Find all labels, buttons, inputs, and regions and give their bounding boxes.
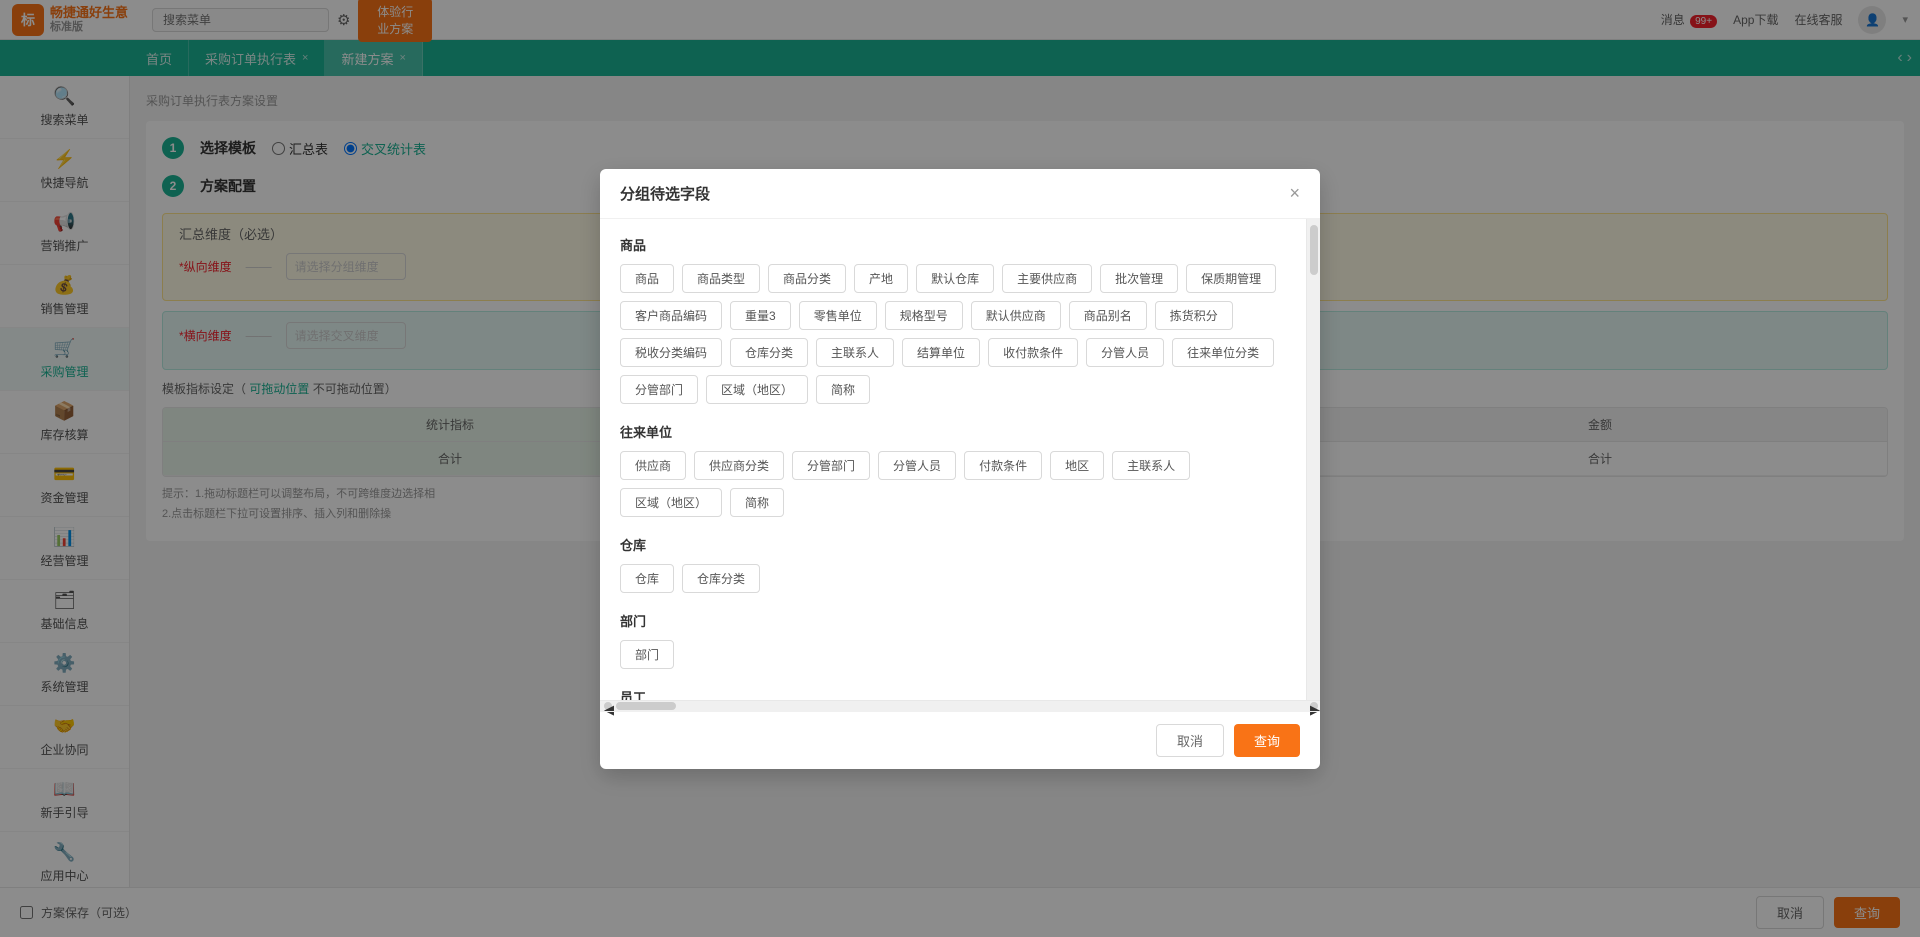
modal-scrollbar[interactable] (1306, 219, 1320, 701)
scrollbar-thumb (1310, 225, 1318, 275)
field-spec-model[interactable]: 规格型号 (885, 301, 963, 330)
field-pick-score[interactable]: 拣货积分 (1155, 301, 1233, 330)
field-supplier[interactable]: 供应商 (620, 451, 686, 480)
field-product-type[interactable]: 商品类型 (682, 264, 760, 293)
warehouse-fields: 仓库 仓库分类 (620, 564, 1286, 593)
field-weight3[interactable]: 重量3 (730, 301, 791, 330)
field-origin[interactable]: 产地 (854, 264, 908, 293)
field-supplier-category[interactable]: 供应商分类 (694, 451, 784, 480)
field-retail-unit[interactable]: 零售单位 (799, 301, 877, 330)
field-supervisor[interactable]: 分管人员 (1086, 338, 1164, 367)
section-warehouse-title: 仓库 (620, 535, 1286, 554)
horizontal-scrollbar[interactable]: ◀ ▶ (600, 700, 1320, 710)
field-dept[interactable]: 部门 (620, 640, 674, 669)
field-partner-contact[interactable]: 主联系人 (1112, 451, 1190, 480)
field-product-category[interactable]: 商品分类 (768, 264, 846, 293)
h-scrollbar-track (612, 702, 1310, 710)
partner-fields: 供应商 供应商分类 分管部门 分管人员 付款条件 地区 主联系人 区域（地区） … (620, 451, 1286, 517)
modal-cancel-button[interactable]: 取消 (1156, 724, 1224, 757)
field-tax-code[interactable]: 税收分类编码 (620, 338, 722, 367)
field-product[interactable]: 商品 (620, 264, 674, 293)
field-partner-abbr[interactable]: 简称 (730, 488, 784, 517)
field-default-warehouse[interactable]: 默认仓库 (916, 264, 994, 293)
modal-body: 商品 商品 商品类型 商品分类 产地 默认仓库 主要供应商 批次管理 保质期管理… (600, 219, 1306, 701)
section-employee: 员工 业务员 (620, 687, 1286, 701)
field-supervise-dept[interactable]: 分管部门 (620, 375, 698, 404)
h-scrollbar-thumb (616, 702, 676, 710)
field-region-product[interactable]: 区域（地区） (706, 375, 808, 404)
section-product-title: 商品 (620, 235, 1286, 254)
field-partner-area[interactable]: 区域（地区） (620, 488, 722, 517)
field-warehouse[interactable]: 仓库 (620, 564, 674, 593)
section-employee-title: 员工 (620, 687, 1286, 701)
section-warehouse: 仓库 仓库 仓库分类 (620, 535, 1286, 593)
dept-fields: 部门 (620, 640, 1286, 669)
modal-footer: 取消 查询 (600, 711, 1320, 769)
section-product: 商品 商品 商品类型 商品分类 产地 默认仓库 主要供应商 批次管理 保质期管理… (620, 235, 1286, 404)
modal-confirm-button[interactable]: 查询 (1234, 724, 1300, 757)
field-warehouse-category[interactable]: 仓库分类 (730, 338, 808, 367)
modal-dialog: 分组待选字段 × 商品 商品 商品类型 商品分类 产地 默认仓库 主要供应商 批… (600, 169, 1320, 769)
field-customer-code[interactable]: 客户商品编码 (620, 301, 722, 330)
h-scrollbar-left-arrow: ◀ (604, 702, 612, 710)
modal-overlay[interactable]: 分组待选字段 × 商品 商品 商品类型 商品分类 产地 默认仓库 主要供应商 批… (0, 0, 1920, 937)
field-batch-mgmt[interactable]: 批次管理 (1100, 264, 1178, 293)
section-partner: 往来单位 供应商 供应商分类 分管部门 分管人员 付款条件 地区 主联系人 区域… (620, 422, 1286, 517)
field-warehouse-cat[interactable]: 仓库分类 (682, 564, 760, 593)
field-default-supplier[interactable]: 默认供应商 (971, 301, 1061, 330)
modal-content-area: 商品 商品 商品类型 商品分类 产地 默认仓库 主要供应商 批次管理 保质期管理… (600, 219, 1320, 701)
field-main-contact[interactable]: 主联系人 (816, 338, 894, 367)
section-dept-title: 部门 (620, 611, 1286, 630)
h-scrollbar-right-arrow: ▶ (1310, 702, 1318, 710)
field-payment-terms[interactable]: 收付款条件 (988, 338, 1078, 367)
modal-close-button[interactable]: × (1289, 183, 1300, 204)
section-partner-title: 往来单位 (620, 422, 1286, 441)
field-settle-unit[interactable]: 结算单位 (902, 338, 980, 367)
field-expiry-mgmt[interactable]: 保质期管理 (1186, 264, 1276, 293)
field-partner-dept[interactable]: 分管部门 (792, 451, 870, 480)
product-fields: 商品 商品类型 商品分类 产地 默认仓库 主要供应商 批次管理 保质期管理 客户… (620, 264, 1286, 404)
modal-header: 分组待选字段 × (600, 169, 1320, 219)
field-product-alias[interactable]: 商品别名 (1069, 301, 1147, 330)
section-dept: 部门 部门 (620, 611, 1286, 669)
field-partner-supervisor[interactable]: 分管人员 (878, 451, 956, 480)
modal-title: 分组待选字段 (620, 183, 710, 204)
field-abbr-product[interactable]: 简称 (816, 375, 870, 404)
field-main-supplier[interactable]: 主要供应商 (1002, 264, 1092, 293)
field-partner-payment[interactable]: 付款条件 (964, 451, 1042, 480)
field-partner-category[interactable]: 往来单位分类 (1172, 338, 1274, 367)
field-partner-region[interactable]: 地区 (1050, 451, 1104, 480)
